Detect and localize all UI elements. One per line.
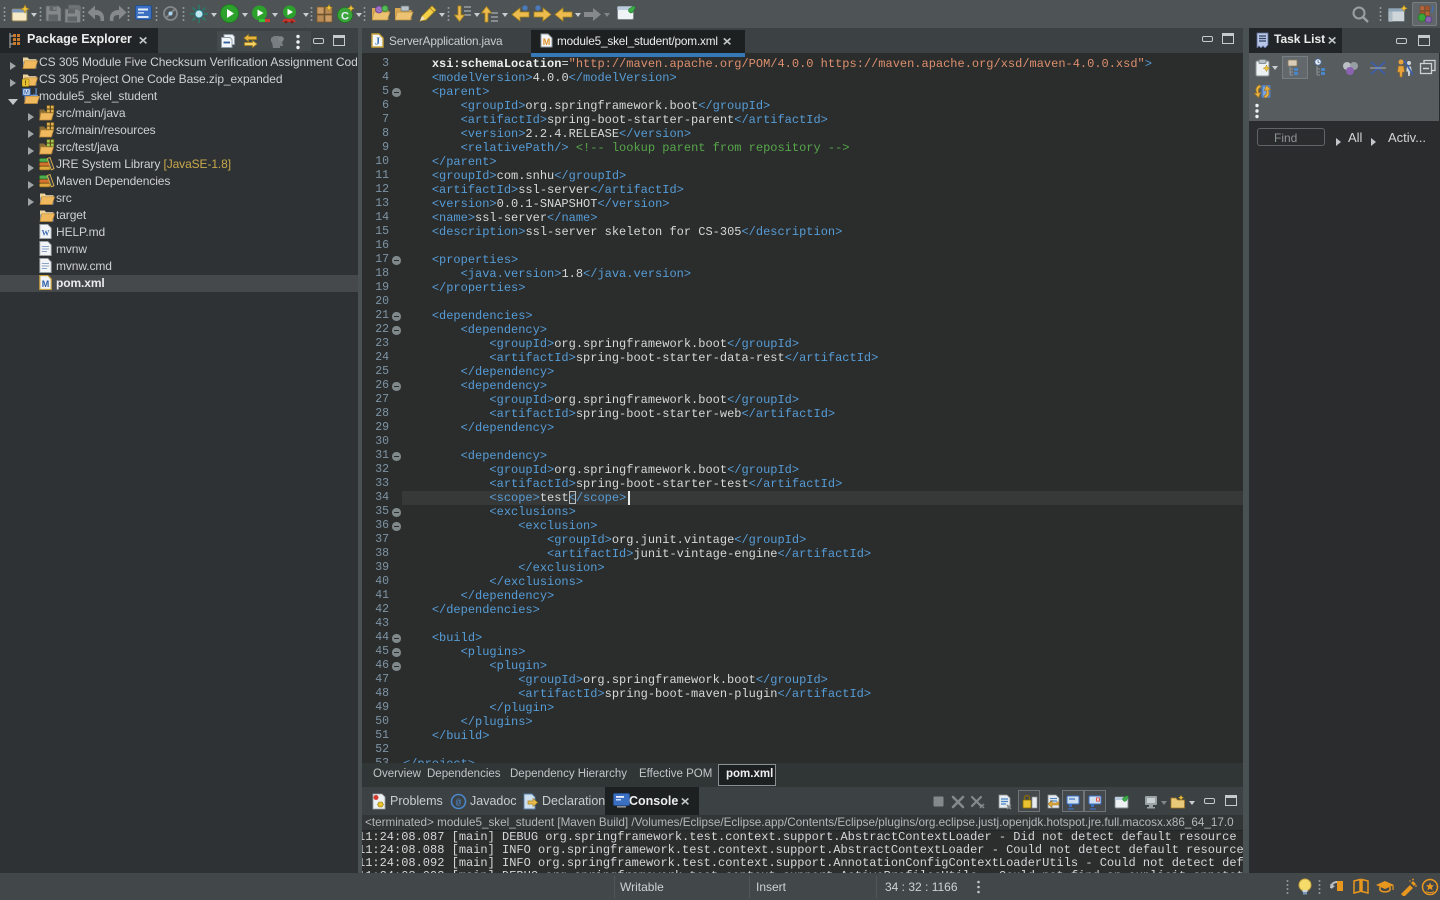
svg-text:M: M bbox=[42, 279, 49, 289]
svg-text:C: C bbox=[341, 11, 349, 23]
svg-text:J: J bbox=[33, 88, 38, 97]
svg-text:!: ! bbox=[24, 80, 26, 87]
svg-text:M: M bbox=[543, 37, 551, 47]
svg-text:@: @ bbox=[456, 798, 462, 808]
svg-text:J: J bbox=[1430, 5, 1434, 14]
svg-text:W: W bbox=[41, 229, 49, 238]
svg-text:M: M bbox=[24, 90, 29, 96]
svg-text:J: J bbox=[375, 37, 380, 48]
